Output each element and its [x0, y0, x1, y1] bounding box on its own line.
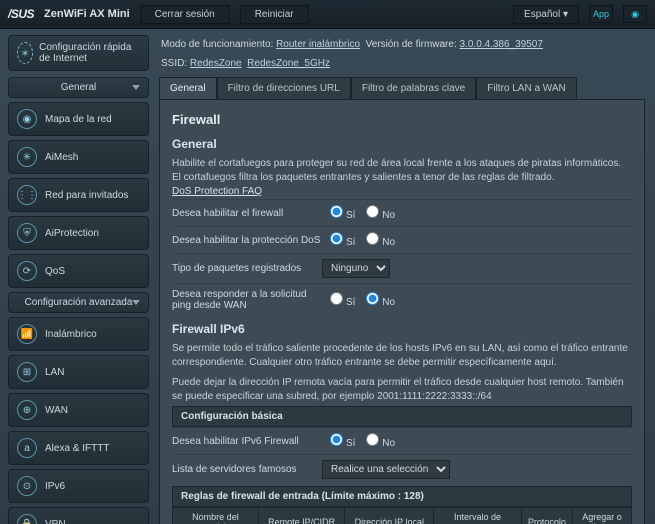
brand-logo: /SUS [8, 7, 34, 21]
sidebar-item-aimesh[interactable]: ✳ AiMesh [8, 140, 149, 174]
sidebar-item-aiprotection[interactable]: ⛨ AiProtection [8, 216, 149, 250]
logout-button[interactable]: Cerrar sesión [140, 5, 230, 24]
col-remote: Remote IP/CIDR [258, 508, 344, 524]
enable-ipv6-no[interactable]: No [358, 438, 395, 449]
mode-link[interactable]: Router inalámbrico [276, 39, 360, 50]
meta-line2: SSID: RedesZone RedesZone_5GHz [159, 54, 645, 73]
ping-wan-no[interactable]: No [358, 297, 395, 308]
sidebar-item-mapa-de-la-red[interactable]: ◉ Mapa de la red [8, 102, 149, 136]
sidebar-item-label: Red para invitados [45, 190, 128, 201]
col-local: Dirección IP local [345, 508, 434, 524]
sidebar-item-inal-mbrico[interactable]: 📶 Inalámbrico [8, 317, 149, 351]
col-service: Nombre del servicio [173, 508, 259, 524]
col-action: Agregar o eliminar [573, 508, 632, 524]
page-title: Firewall [172, 112, 632, 127]
nav-icon: ⊕ [17, 400, 37, 420]
reboot-button[interactable]: Reiniciar [240, 5, 309, 24]
nav-icon: ◉ [17, 109, 37, 129]
sidebar-item-label: LAN [45, 367, 64, 378]
group-advanced[interactable]: Configuración avanzada [8, 292, 149, 313]
app-badge[interactable]: App [589, 5, 613, 23]
enable-dos-yes[interactable]: Sí [322, 237, 355, 248]
tab-general[interactable]: General [159, 77, 217, 99]
label-ping-wan: Desea responder a la solicitud ping desd… [172, 289, 322, 311]
col-proto: Protocolo [521, 508, 572, 524]
desc-ipv6-2: Puede dejar la dirección IP remota vacía… [172, 376, 632, 404]
topbar: /SUS ZenWiFi AX Mini Cerrar sesión Reini… [0, 0, 655, 29]
tab-filtro-de-palabras-clave[interactable]: Filtro de palabras clave [351, 77, 476, 99]
product-name: ZenWiFi AX Mini [44, 8, 130, 20]
label-log-type: Tipo de paquetes registrados [172, 263, 322, 274]
nav-icon: 📶 [17, 324, 37, 344]
nav-icon: ⊙ [17, 476, 37, 496]
sidebar-item-label: Alexa & IFTTT [45, 443, 109, 454]
tabs: GeneralFiltro de direcciones URLFiltro d… [159, 77, 645, 100]
sidebar-item-qos[interactable]: ⟳ QoS [8, 254, 149, 288]
famous-list-select[interactable]: Realice una selección [322, 460, 450, 479]
quick-setup[interactable]: ✶ Configuración rápida de Internet [8, 35, 149, 71]
nav-icon: ⊞ [17, 362, 37, 382]
sidebar-item-vpn[interactable]: 🔒 VPN [8, 507, 149, 524]
sidebar-item-label: AiMesh [45, 152, 78, 163]
panel: Firewall General Habilite el cortafuegos… [159, 100, 645, 524]
label-enable-dos: Desea habilitar la protección DoS [172, 235, 322, 246]
ssid1-link[interactable]: RedesZone [190, 58, 242, 69]
enable-ipv6-yes[interactable]: Sí [322, 438, 355, 449]
app-root: /SUS ZenWiFi AX Mini Cerrar sesión Reini… [0, 0, 655, 524]
enable-fw-no[interactable]: No [358, 210, 395, 221]
sidebar-item-label: WAN [45, 405, 68, 416]
nav-icon: 🔒 [17, 514, 37, 524]
sidebar-item-red-para-invitados[interactable]: ⋮⋮ Red para invitados [8, 178, 149, 212]
sidebar-item-label: QoS [45, 266, 65, 277]
enable-dos-no[interactable]: No [358, 237, 395, 248]
ssid2-link[interactable]: RedesZone_5GHz [247, 58, 330, 69]
fw-link[interactable]: 3.0.0.4.386_39507 [460, 39, 543, 50]
rules-head: Reglas de firewall de entrada (Límite má… [172, 486, 632, 507]
section-ipv6-title: Firewall IPv6 [172, 322, 632, 336]
nav-icon: ⟳ [17, 261, 37, 281]
tab-filtro-lan-a-wan[interactable]: Filtro LAN a WAN [476, 77, 577, 99]
label-enable-firewall: Desea habilitar el firewall [172, 208, 322, 219]
section-general-title: General [172, 137, 632, 151]
sidebar-item-wan[interactable]: ⊕ WAN [8, 393, 149, 427]
notification-icon[interactable]: ◉ [623, 5, 647, 23]
enable-fw-yes[interactable]: Sí [322, 210, 355, 221]
sidebar-item-label: IPv6 [45, 481, 65, 492]
nav-icon: ⋮⋮ [17, 185, 37, 205]
quick-setup-label: Configuración rápida de Internet [39, 42, 140, 64]
desc-general: Habilite el cortafuegos para proteger su… [172, 157, 632, 199]
main-content: Modo de funcionamiento: Router inalámbri… [155, 29, 655, 524]
sidebar-item-alexa-ifttt[interactable]: a Alexa & IFTTT [8, 431, 149, 465]
log-type-select[interactable]: Ninguno [322, 259, 390, 278]
sidebar: ✶ Configuración rápida de Internet Gener… [0, 29, 155, 524]
col-ports: Intervalo de puertos [434, 508, 521, 524]
meta-line1: Modo de funcionamiento: Router inalámbri… [159, 35, 645, 54]
rules-table: Nombre del servicio Remote IP/CIDR Direc… [172, 507, 632, 524]
label-famous-list: Lista de servidores famosos [172, 464, 322, 475]
nav-icon: ✳ [17, 147, 37, 167]
sidebar-item-label: Mapa de la red [45, 114, 112, 125]
sidebar-item-ipv6[interactable]: ⊙ IPv6 [8, 469, 149, 503]
quick-setup-icon: ✶ [17, 42, 33, 64]
basic-config-head: Configuración básica [172, 406, 632, 427]
sidebar-item-label: AiProtection [45, 228, 99, 239]
language-button[interactable]: Español ▾ [513, 5, 579, 24]
sidebar-item-label: Inalámbrico [45, 329, 97, 340]
tab-filtro-de-direcciones-url[interactable]: Filtro de direcciones URL [217, 77, 351, 99]
nav-icon: a [17, 438, 37, 458]
dos-faq-link[interactable]: DoS Protection FAQ [172, 186, 262, 197]
ping-wan-yes[interactable]: Sí [322, 297, 355, 308]
sidebar-item-lan[interactable]: ⊞ LAN [8, 355, 149, 389]
desc-ipv6-1: Se permite todo el tráfico saliente proc… [172, 342, 632, 370]
label-enable-ipv6-fw: Desea habilitar IPv6 Firewall [172, 436, 322, 447]
group-general[interactable]: General [8, 77, 149, 98]
sidebar-item-label: VPN [45, 519, 66, 524]
nav-icon: ⛨ [17, 223, 37, 243]
